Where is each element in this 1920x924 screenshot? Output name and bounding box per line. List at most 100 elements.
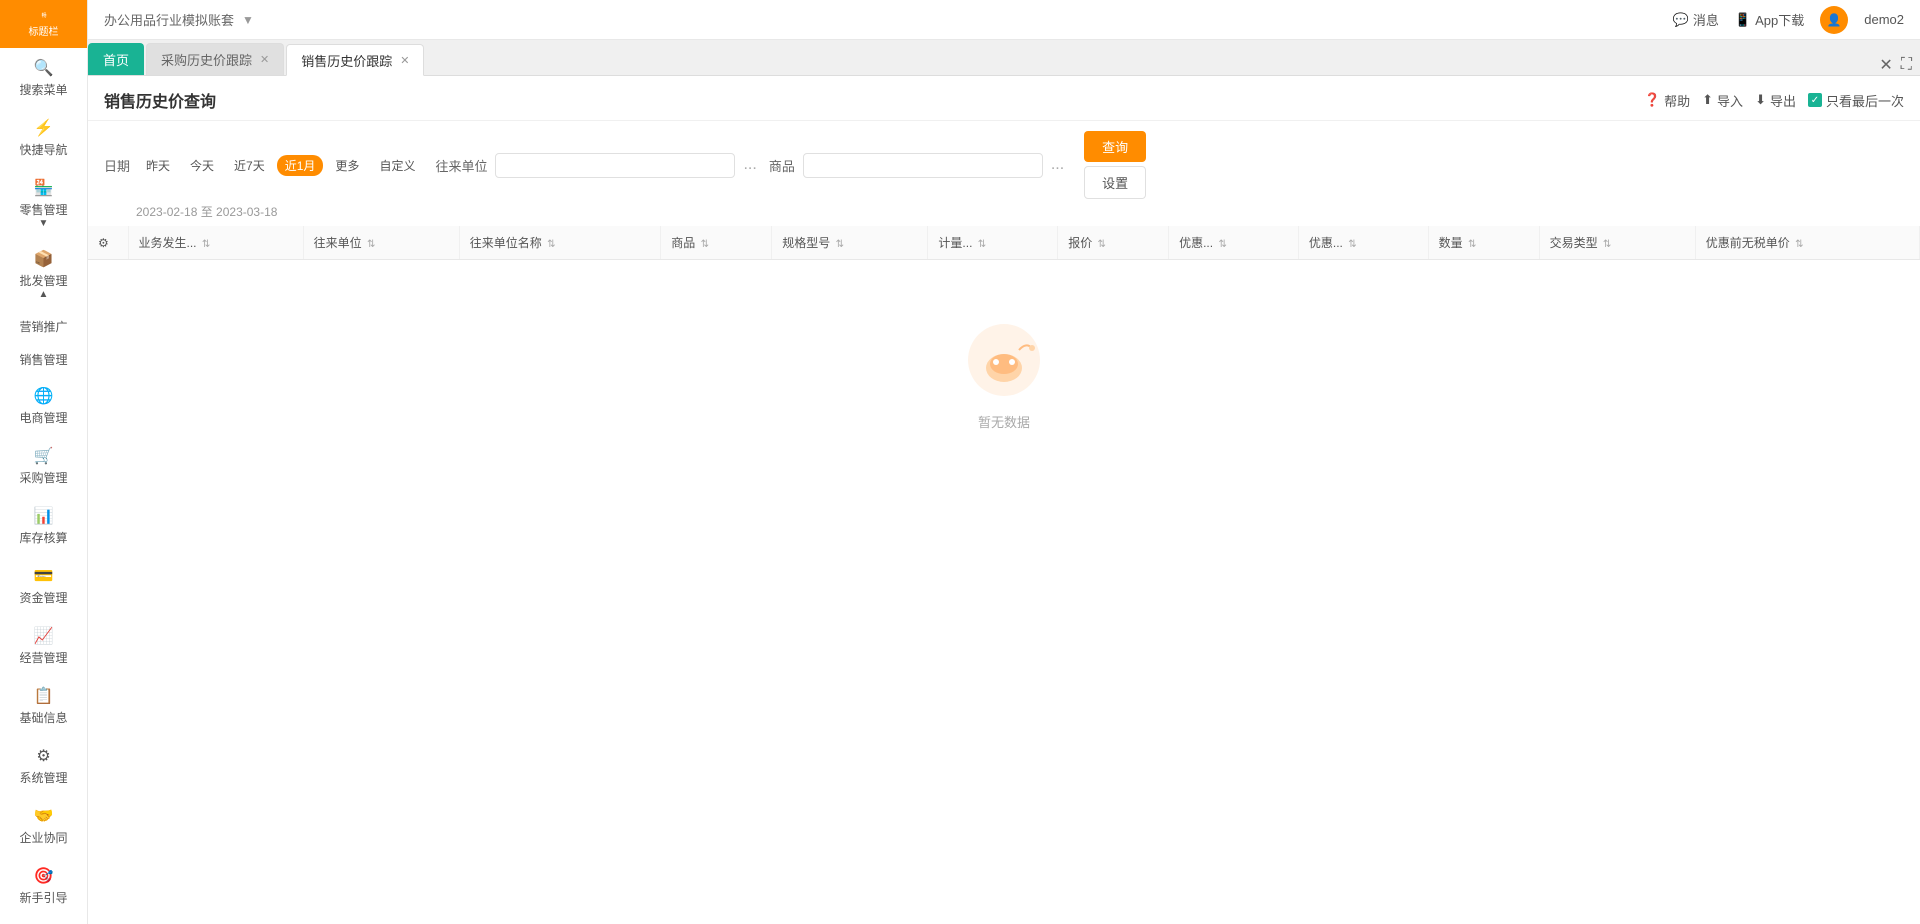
th-partner-code[interactable]: 往来单位 ⇅ xyxy=(303,226,459,260)
sidebar-item-label: 系统管理 xyxy=(19,769,67,786)
sort-arrows-discount1: ⇅ xyxy=(1218,239,1226,250)
sidebar-sub-item-sales-mgmt[interactable]: 销售管理 xyxy=(0,343,87,376)
app-download-action[interactable]: 📱 App下载 xyxy=(1735,10,1804,29)
date-btn-last7[interactable]: 近7天 xyxy=(226,155,273,176)
sort-arrows-spec: ⇅ xyxy=(836,239,844,250)
purchase-icon: 🛒 xyxy=(34,446,54,466)
help-btn[interactable]: ❓ 帮助 xyxy=(1644,91,1690,110)
th-no-tax-price[interactable]: 优惠前无税单价 ⇅ xyxy=(1695,226,1919,260)
th-partner-name-label: 往来单位名称 xyxy=(470,236,542,250)
th-discount1[interactable]: 优惠... ⇅ xyxy=(1169,226,1299,260)
th-biz-date-label: 业务发生... xyxy=(139,236,197,250)
only-last-checkbox[interactable]: ✓ 只看最后一次 xyxy=(1808,91,1904,110)
tab-sales-label: 销售历史价跟踪 xyxy=(301,51,392,70)
sidebar-item-newbie[interactable]: 🎯 新手引导 xyxy=(0,856,87,916)
tab-fullscreen-icon[interactable]: ⛶ xyxy=(1901,56,1912,74)
export-label: 导出 xyxy=(1770,91,1796,110)
goods-dots[interactable]: ... xyxy=(1051,156,1064,174)
sidebar-item-system[interactable]: ⚙ 系统管理 xyxy=(0,736,87,796)
th-partner-name[interactable]: 往来单位名称 ⇅ xyxy=(459,226,661,260)
goods-input[interactable] xyxy=(803,153,1043,178)
th-unit[interactable]: 计量... ⇅ xyxy=(928,226,1058,260)
th-spec-label: 规格型号 xyxy=(782,236,830,250)
sidebar-item-label: 企业协同 xyxy=(19,829,67,846)
export-btn[interactable]: ⬇ 导出 xyxy=(1755,91,1796,110)
retail-icon: 🏪 xyxy=(34,178,54,198)
query-button[interactable]: 查询 xyxy=(1084,131,1146,162)
sidebar-item-operations[interactable]: 📈 经营管理 xyxy=(0,616,87,676)
date-buttons: 昨天 今天 近7天 近1月 更多 自定义 xyxy=(138,155,423,176)
partner-input[interactable] xyxy=(495,153,735,178)
th-biz-date[interactable]: 业务发生... ⇅ xyxy=(128,226,303,260)
sidebar-item-search-menu[interactable]: 🔍 搜索菜单 xyxy=(0,48,87,108)
tab-sales-history[interactable]: 销售历史价跟踪 ✕ xyxy=(286,44,424,76)
finance-icon: 💳 xyxy=(34,566,54,586)
tab-sales-close-icon[interactable]: ✕ xyxy=(400,54,409,67)
th-price-label: 报价 xyxy=(1068,236,1092,250)
sidebar-item-label: 经营管理 xyxy=(19,649,67,666)
settings-button[interactable]: 设置 xyxy=(1084,166,1146,199)
partner-dots[interactable]: ... xyxy=(743,156,756,174)
date-btn-custom[interactable]: 自定义 xyxy=(371,155,423,176)
tab-home[interactable]: 首页 xyxy=(88,43,144,75)
sidebar: 畅 标题栏 🔍 搜索菜单 ⚡ 快捷导航 🏪 零售管理 ▼ 📦 批发管理 ▲ 营销… xyxy=(0,0,88,924)
date-btn-more[interactable]: 更多 xyxy=(327,155,367,176)
page-header: 销售历史价查询 ❓ 帮助 ⬆ 导入 ⬇ 导出 ✓ 只看最后一次 xyxy=(88,76,1920,121)
th-discount2-label: 优惠... xyxy=(1309,236,1343,250)
th-goods-label: 商品 xyxy=(671,236,695,250)
th-discount2[interactable]: 优惠... ⇅ xyxy=(1298,226,1428,260)
username[interactable]: demo2 xyxy=(1864,12,1904,27)
sort-arrows-trade-type: ⇅ xyxy=(1603,239,1611,250)
tab-home-label: 首页 xyxy=(103,50,129,69)
sort-arrows-price: ⇅ xyxy=(1098,239,1106,250)
message-action[interactable]: 💬 消息 xyxy=(1673,10,1719,29)
sidebar-item-base-info[interactable]: 📋 基础信息 xyxy=(0,676,87,736)
th-partner-code-label: 往来单位 xyxy=(314,236,362,250)
date-btn-last1m[interactable]: 近1月 xyxy=(277,155,324,176)
date-btn-today[interactable]: 今天 xyxy=(182,155,222,176)
query-btn-group: 查询 设置 xyxy=(1084,131,1146,199)
th-settings[interactable]: ⚙ xyxy=(88,226,128,260)
sidebar-item-app-center[interactable]: 🔲 应用中心 xyxy=(0,916,87,924)
th-trade-type[interactable]: 交易类型 ⇅ xyxy=(1539,226,1695,260)
th-goods[interactable]: 商品 ⇅ xyxy=(661,226,772,260)
retail-chevron-icon: ▼ xyxy=(39,218,49,229)
sidebar-section-retail: 🏪 零售管理 ▼ xyxy=(0,168,87,239)
date-filter-group: 日期 昨天 今天 近7天 近1月 更多 自定义 xyxy=(104,155,423,176)
tab-purchase-close-icon[interactable]: ✕ xyxy=(260,53,269,66)
ecommerce-icon: 🌐 xyxy=(34,386,54,406)
help-label: 帮助 xyxy=(1664,91,1690,110)
page-content: 销售历史价查询 ❓ 帮助 ⬆ 导入 ⬇ 导出 ✓ 只看最后一次 xyxy=(88,76,1920,924)
tab-close-all-icon[interactable]: ✕ xyxy=(1879,55,1892,75)
user-avatar[interactable]: 👤 xyxy=(1820,6,1848,34)
th-spec[interactable]: 规格型号 ⇅ xyxy=(772,226,928,260)
sidebar-item-label: 库存核算 xyxy=(19,529,67,546)
topbar-left: 办公用品行业模拟账套 ▼ xyxy=(104,10,254,29)
enterprise-icon: 🤝 xyxy=(34,806,54,826)
sort-arrows-discount2: ⇅ xyxy=(1348,239,1356,250)
th-price[interactable]: 报价 ⇅ xyxy=(1058,226,1169,260)
import-btn[interactable]: ⬆ 导入 xyxy=(1702,91,1743,110)
topbar-title: 办公用品行业模拟账套 xyxy=(104,10,234,29)
app-logo[interactable]: 畅 标题栏 xyxy=(0,0,87,48)
tab-purchase-history[interactable]: 采购历史价跟踪 ✕ xyxy=(146,43,284,75)
sidebar-item-wholesale-mgmt[interactable]: 📦 批发管理 ▲ xyxy=(0,239,87,310)
goods-label: 商品 xyxy=(769,156,795,175)
date-btn-yesterday[interactable]: 昨天 xyxy=(138,155,178,176)
topbar: 办公用品行业模拟账套 ▼ 💬 消息 📱 App下载 👤 demo2 xyxy=(88,0,1920,40)
sidebar-item-retail-mgmt[interactable]: 🏪 零售管理 ▼ xyxy=(0,168,87,239)
goods-filter-group: 商品 ... xyxy=(769,153,1064,178)
sidebar-item-finance[interactable]: 💳 资金管理 xyxy=(0,556,87,616)
sidebar-item-purchase[interactable]: 🛒 采购管理 xyxy=(0,436,87,496)
th-trade-type-label: 交易类型 xyxy=(1550,236,1598,250)
topbar-dropdown-icon[interactable]: ▼ xyxy=(242,13,254,27)
sidebar-item-label: 采购管理 xyxy=(19,469,67,486)
sidebar-item-label: 搜索菜单 xyxy=(19,81,67,98)
sidebar-sub-item-marketing[interactable]: 营销推广 xyxy=(0,310,87,343)
sidebar-item-inventory[interactable]: 📊 库存核算 xyxy=(0,496,87,556)
th-qty[interactable]: 数量 ⇅ xyxy=(1428,226,1539,260)
sidebar-item-ecommerce[interactable]: 🌐 电商管理 xyxy=(0,376,87,436)
sidebar-item-quick-nav[interactable]: ⚡ 快捷导航 xyxy=(0,108,87,168)
sidebar-item-enterprise[interactable]: 🤝 企业协同 xyxy=(0,796,87,856)
sidebar-item-label: 基础信息 xyxy=(19,709,67,726)
